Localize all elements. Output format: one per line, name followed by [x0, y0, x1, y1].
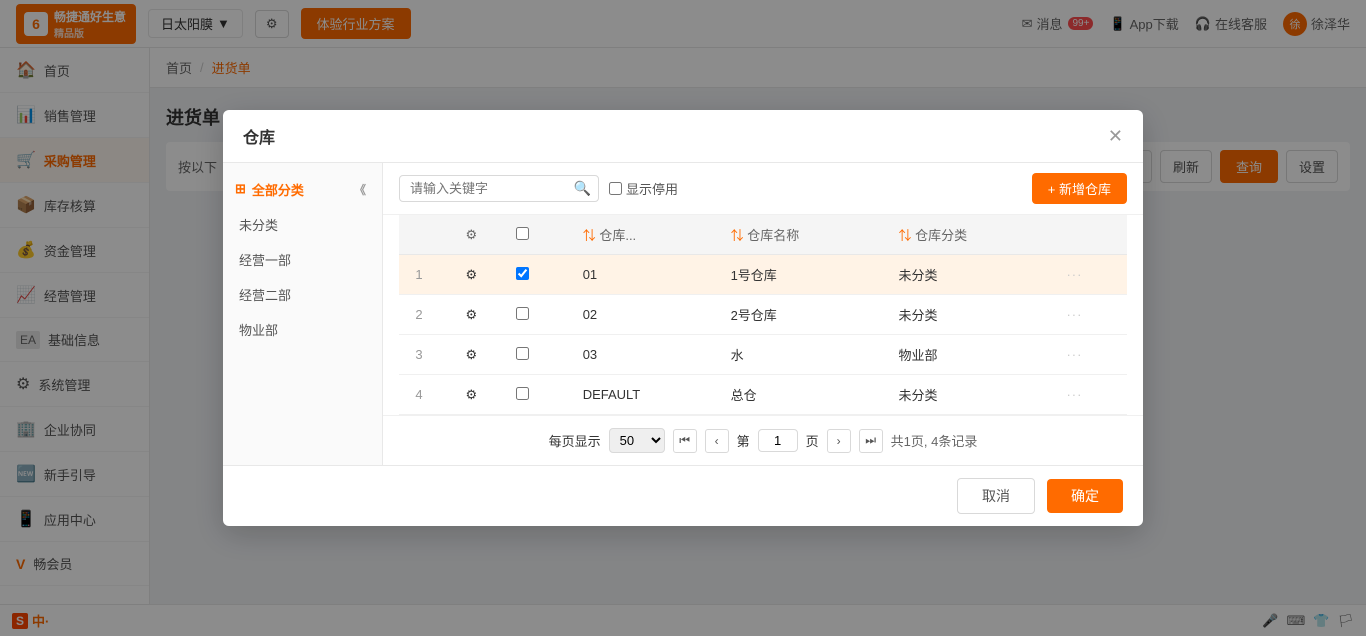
- col-checkbox-header: [504, 215, 571, 255]
- more-dots-icon[interactable]: ···: [1066, 307, 1082, 322]
- row-settings-icon[interactable]: ⚙: [465, 347, 477, 362]
- row-category: 未分类: [887, 295, 1055, 335]
- next-page-btn[interactable]: ›: [827, 429, 851, 453]
- table-row[interactable]: 4 ⚙ DEFAULT 总仓 未分类 ···: [399, 375, 1127, 415]
- per-page-label: 每页显示: [549, 431, 601, 450]
- row-more[interactable]: ···: [1054, 255, 1127, 295]
- col-num-header: [399, 215, 439, 255]
- more-dots-icon[interactable]: ···: [1066, 347, 1082, 362]
- col-name-header: ⇅ 仓库名称: [719, 215, 887, 255]
- modal-overlay: 仓库 ✕ ⊞ 全部分类 《 未分类 经营一部: [0, 0, 1366, 636]
- modal-pagination: 每页显示 50 20 100 ⏮ ‹ 第 页 › ⏭ 共1页, 4条记录: [383, 415, 1143, 465]
- add-warehouse-btn[interactable]: + 新增仓库: [1032, 173, 1127, 204]
- row-checkbox[interactable]: [516, 307, 529, 320]
- modal-title: 仓库: [243, 124, 275, 148]
- table-row[interactable]: 1 ⚙ 01 1号仓库 未分类 ···: [399, 255, 1127, 295]
- confirm-btn[interactable]: 确定: [1047, 479, 1123, 513]
- table-row[interactable]: 3 ⚙ 03 水 物业部 ···: [399, 335, 1127, 375]
- all-categories-label: 全部分类: [252, 180, 304, 199]
- per-page-select[interactable]: 50 20 100: [609, 428, 665, 453]
- cancel-btn[interactable]: 取消: [957, 478, 1035, 514]
- show-disabled-label[interactable]: 显示停用: [609, 179, 678, 198]
- row-code: 02: [571, 295, 719, 335]
- row-settings-icon[interactable]: ⚙: [465, 267, 477, 282]
- row-num: 2: [399, 295, 439, 335]
- row-name: 2号仓库: [719, 295, 887, 335]
- row-category: 物业部: [887, 335, 1055, 375]
- col-code-header: ⇅ 仓库...: [571, 215, 719, 255]
- modal-footer: 取消 确定: [223, 465, 1143, 526]
- show-disabled-text: 显示停用: [626, 179, 678, 198]
- more-dots-icon[interactable]: ···: [1066, 267, 1082, 282]
- sort-icon-name: ⇅: [731, 228, 744, 243]
- row-checkbox[interactable]: [516, 387, 529, 400]
- row-code: DEFAULT: [571, 375, 719, 415]
- sort-icon-cat: ⇅: [899, 228, 912, 243]
- modal-table-wrap: ⚙ ⇅ 仓库... ⇅ 仓库名称: [383, 215, 1143, 415]
- search-wrap: 🔍: [399, 175, 599, 202]
- select-all-checkbox[interactable]: [516, 227, 529, 240]
- cat-item-ops2[interactable]: 经营二部: [223, 277, 382, 312]
- row-more[interactable]: ···: [1054, 295, 1127, 335]
- cat-label-unclassified: 未分类: [239, 218, 278, 233]
- row-name: 水: [719, 335, 887, 375]
- modal-body: ⊞ 全部分类 《 未分类 经营一部 经营二部 物业部: [223, 163, 1143, 465]
- row-checkbox[interactable]: [516, 267, 529, 280]
- cat-item-ops1[interactable]: 经营一部: [223, 242, 382, 277]
- table-row[interactable]: 2 ⚙ 02 2号仓库 未分类 ···: [399, 295, 1127, 335]
- cat-item-property[interactable]: 物业部: [223, 312, 382, 347]
- first-page-btn[interactable]: ⏮: [673, 429, 697, 453]
- sort-icon: ⇅: [583, 228, 596, 243]
- row-category: 未分类: [887, 375, 1055, 415]
- more-dots-icon[interactable]: ···: [1066, 387, 1082, 402]
- row-num: 3: [399, 335, 439, 375]
- last-page-btn[interactable]: ⏭: [859, 429, 883, 453]
- col-settings-header: ⚙: [439, 215, 504, 255]
- warehouse-modal: 仓库 ✕ ⊞ 全部分类 《 未分类 经营一部: [223, 110, 1143, 526]
- row-num: 1: [399, 255, 439, 295]
- categories-grid-icon: ⊞: [235, 181, 246, 197]
- search-icon[interactable]: 🔍: [574, 180, 591, 197]
- row-num: 4: [399, 375, 439, 415]
- row-more[interactable]: ···: [1054, 375, 1127, 415]
- prev-page-btn[interactable]: ‹: [705, 429, 729, 453]
- table-header-row: ⚙ ⇅ 仓库... ⇅ 仓库名称: [399, 215, 1127, 255]
- page-input[interactable]: [758, 429, 798, 452]
- all-categories-item[interactable]: ⊞ 全部分类 《: [223, 171, 382, 207]
- search-input[interactable]: [399, 175, 599, 202]
- row-more[interactable]: ···: [1054, 335, 1127, 375]
- warehouse-table: ⚙ ⇅ 仓库... ⇅ 仓库名称: [399, 215, 1127, 415]
- row-code: 01: [571, 255, 719, 295]
- row-name: 总仓: [719, 375, 887, 415]
- jump-label: 第: [737, 431, 750, 450]
- col-more-header: [1054, 215, 1127, 255]
- cat-label-property: 物业部: [239, 323, 278, 338]
- modal-categories-sidebar: ⊞ 全部分类 《 未分类 经营一部 经营二部 物业部: [223, 163, 383, 465]
- row-settings-icon[interactable]: ⚙: [465, 307, 477, 322]
- modal-header: 仓库 ✕: [223, 110, 1143, 163]
- page-label: 页: [806, 431, 819, 450]
- cat-label-ops2: 经营二部: [239, 288, 291, 303]
- total-info: 共1页, 4条记录: [891, 431, 978, 450]
- row-code: 03: [571, 335, 719, 375]
- modal-main: 🔍 显示停用 + 新增仓库 ⚙: [383, 163, 1143, 465]
- collapse-icon: 《: [354, 181, 366, 198]
- show-disabled-checkbox[interactable]: [609, 182, 622, 195]
- row-settings-icon[interactable]: ⚙: [465, 387, 477, 402]
- modal-close-btn[interactable]: ✕: [1108, 126, 1123, 147]
- modal-toolbar: 🔍 显示停用 + 新增仓库: [383, 163, 1143, 215]
- row-checkbox[interactable]: [516, 347, 529, 360]
- row-category: 未分类: [887, 255, 1055, 295]
- cat-label-ops1: 经营一部: [239, 253, 291, 268]
- collapse-btn[interactable]: 《: [350, 179, 370, 199]
- row-name: 1号仓库: [719, 255, 887, 295]
- cat-item-unclassified[interactable]: 未分类: [223, 207, 382, 242]
- col-category-header: ⇅ 仓库分类: [887, 215, 1055, 255]
